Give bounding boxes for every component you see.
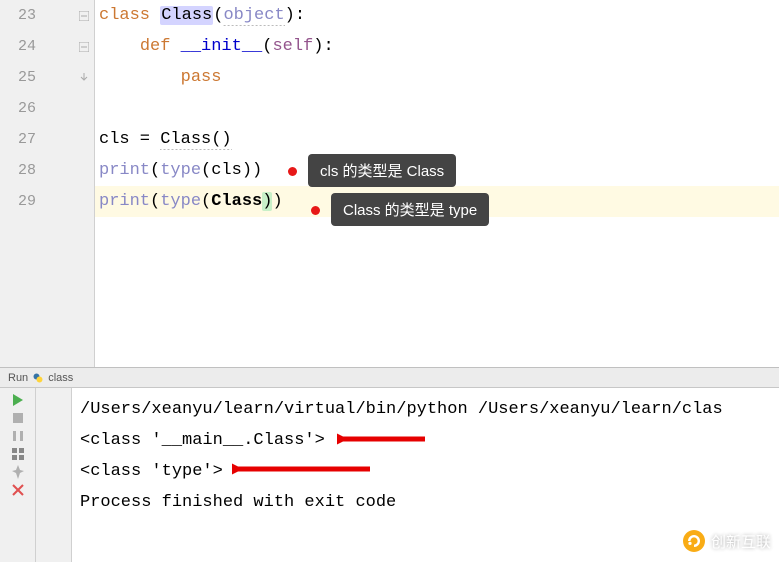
code-line[interactable]: def __init__(self):	[95, 31, 779, 62]
code-line[interactable]: cls = Class()	[95, 124, 779, 155]
code-line[interactable]: class Class(object):	[95, 0, 779, 31]
gutter-row[interactable]: 25	[0, 62, 94, 93]
watermark-text: 创新互联	[711, 531, 771, 552]
gutter-row[interactable]: 27	[0, 124, 94, 155]
code-line[interactable]: pass	[95, 62, 779, 93]
param-self: self	[272, 37, 313, 56]
console-line: /Users/xeanyu/learn/virtual/bin/python /…	[80, 394, 771, 425]
python-file-icon	[32, 372, 44, 384]
gutter-row[interactable]: 23	[0, 0, 94, 31]
line-number: 24	[18, 38, 36, 55]
breakpoint-dot	[311, 202, 320, 220]
watermark: 创新互联	[683, 530, 771, 552]
console-output[interactable]: /Users/xeanyu/learn/virtual/bin/python /…	[72, 388, 779, 562]
run-toolbar-right: ?	[36, 388, 72, 562]
method-init: __init__	[181, 37, 263, 56]
watermark-logo-icon	[683, 530, 705, 552]
line-number: 25	[18, 69, 36, 86]
close-icon[interactable]	[10, 482, 26, 498]
run-pane: ? /Users/xeanyu/learn/virtual/bin/python…	[0, 388, 779, 562]
line-number: 28	[18, 162, 36, 179]
tooltip-line29: Class 的类型是 type	[331, 193, 489, 226]
editor-pane: 23 24 25 26 27 28 29 class Class(object)…	[0, 0, 779, 368]
keyword-pass: pass	[181, 68, 222, 87]
console-line: <class 'type'>	[80, 456, 771, 487]
run-tab-label: Run	[8, 372, 28, 384]
class-name: Class	[160, 6, 213, 25]
fold-end-icon[interactable]	[78, 72, 90, 84]
gutter-row[interactable]: 28	[0, 155, 94, 186]
breakpoint-dot	[288, 163, 297, 181]
run-config-name: class	[48, 372, 73, 384]
line-number: 27	[18, 131, 36, 148]
pause-icon[interactable]	[10, 428, 26, 444]
gutter-row[interactable]: 29	[0, 186, 94, 217]
layout-icon[interactable]	[10, 446, 26, 462]
line-number: 29	[18, 193, 36, 210]
keyword-class: class	[99, 6, 150, 25]
run-toolbar-left	[0, 388, 36, 562]
run-tab-bar: Run class	[0, 368, 779, 388]
code-line[interactable]	[95, 93, 779, 124]
pin-icon[interactable]	[10, 464, 26, 480]
rerun-icon[interactable]	[10, 392, 26, 408]
fold-minus-icon[interactable]	[78, 10, 90, 22]
stop-icon[interactable]	[10, 410, 26, 426]
arrow-icon	[232, 458, 372, 480]
tooltip-line28: cls 的类型是 Class	[308, 154, 456, 187]
arrow-icon	[337, 428, 427, 450]
fold-minus-icon[interactable]	[78, 41, 90, 53]
keyword-def: def	[140, 37, 171, 56]
editor-gutter: 23 24 25 26 27 28 29	[0, 0, 95, 367]
code-area[interactable]: class Class(object): def __init__(self):…	[95, 0, 779, 367]
gutter-row[interactable]: 24	[0, 31, 94, 62]
console-line: Process finished with exit code	[80, 487, 771, 518]
gutter-row[interactable]: 26	[0, 93, 94, 124]
line-number: 26	[18, 100, 36, 117]
builtin-object: object	[223, 6, 284, 26]
line-number: 23	[18, 7, 36, 24]
